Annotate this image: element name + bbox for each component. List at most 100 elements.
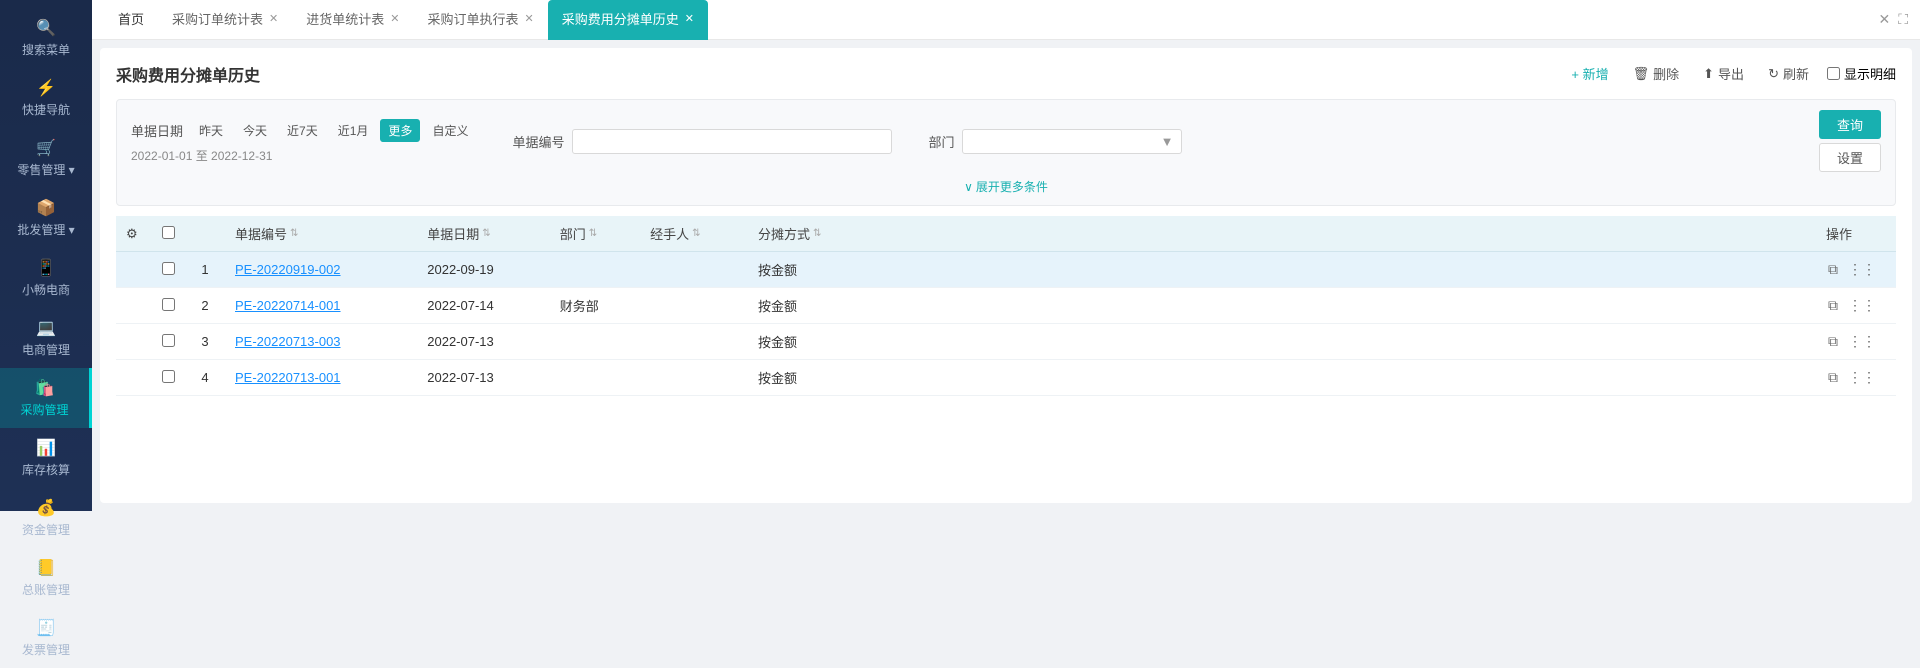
row-actions-3: ⧉ ⋮⋮ bbox=[1816, 360, 1896, 396]
table-header: ⚙ 单据编号⇅ 单据日期⇅ 部门⇅ bbox=[116, 216, 1896, 252]
sort-icon-handler: ⇅ bbox=[692, 228, 700, 239]
row-view-btn-3[interactable]: ⧉ bbox=[1826, 367, 1840, 388]
last1month-btn[interactable]: 近1月 bbox=[330, 119, 377, 142]
row-settings-2 bbox=[116, 324, 152, 360]
page-title: 采购费用分摊单历史 bbox=[116, 62, 260, 86]
delete-button[interactable]: 🗑 删除 bbox=[1627, 60, 1686, 87]
th-dept[interactable]: 部门⇅ bbox=[550, 216, 640, 252]
row-checkbox-0[interactable] bbox=[162, 262, 175, 275]
tab-close-purchase-goods-stats[interactable]: ✕ bbox=[390, 12, 399, 25]
dept-dropdown-icon[interactable]: ▼ bbox=[1161, 134, 1174, 149]
filter-area: 单据日期 昨天 今天 近7天 近1月 更多 自定义 2022-01-01 至 2… bbox=[116, 99, 1896, 206]
th-handler[interactable]: 经手人⇅ bbox=[640, 216, 748, 252]
row-split-method-1: 按金额 bbox=[748, 288, 1816, 324]
more-btn[interactable]: 更多 bbox=[380, 119, 420, 142]
tab-label-purchase-order-exec: 采购订单执行表 bbox=[427, 9, 518, 28]
add-button[interactable]: + 新增 bbox=[1565, 60, 1614, 87]
row-checkbox-cell-3 bbox=[152, 360, 185, 396]
tab-purchase-goods-stats[interactable]: 进货单统计表✕ bbox=[292, 0, 413, 40]
row-view-btn-0[interactable]: ⧉ bbox=[1826, 259, 1840, 280]
row-checkbox-1[interactable] bbox=[162, 298, 175, 311]
th-split-method[interactable]: 分摊方式⇅ bbox=[748, 216, 1816, 252]
sidebar-item-retail[interactable]: 🛒零售管理 ▾ bbox=[0, 128, 92, 188]
sidebar-label-inventory: 库存核算 bbox=[22, 461, 70, 478]
dept-input[interactable] bbox=[971, 134, 1160, 149]
row-checkbox-3[interactable] bbox=[162, 370, 175, 383]
sidebar-item-search[interactable]: 🔍搜索菜单 bbox=[0, 8, 92, 68]
column-settings-icon[interactable]: ⚙ bbox=[126, 226, 138, 241]
dept-select-wrap: ▼ bbox=[962, 129, 1182, 154]
row-checkbox-2[interactable] bbox=[162, 334, 175, 347]
th-date-label: 单据日期 bbox=[427, 224, 479, 243]
sidebar-item-ecommerce[interactable]: 💻电商管理 bbox=[0, 308, 92, 368]
filter-settings-button[interactable]: 设置 bbox=[1819, 143, 1881, 172]
sidebar-item-wholesale[interactable]: 📦批发管理 ▾ bbox=[0, 188, 92, 248]
row-settings-3 bbox=[116, 360, 152, 396]
today-btn[interactable]: 今天 bbox=[235, 119, 275, 142]
row-docno-link-0[interactable]: PE-20220919-002 bbox=[235, 262, 341, 277]
custom-date-btn[interactable]: 自定义 bbox=[424, 119, 476, 142]
row-more-btn-3[interactable]: ⋮⋮ bbox=[1846, 367, 1878, 388]
filter-action-buttons: 查询 设置 bbox=[1819, 110, 1881, 172]
row-actions-1: ⧉ ⋮⋮ bbox=[1816, 288, 1896, 324]
sidebar-item-purchase[interactable]: 🛍️采购管理 bbox=[0, 368, 92, 428]
th-settings[interactable]: ⚙ bbox=[116, 216, 152, 252]
row-docno-link-2[interactable]: PE-20220713-003 bbox=[235, 334, 341, 349]
tab-purchase-order-stats[interactable]: 采购订单统计表 ✕ bbox=[158, 0, 292, 40]
sidebar-item-finance[interactable]: 💰资金管理 bbox=[0, 488, 92, 548]
tab-label-purchase-order-stats: 采购订单统计表 bbox=[172, 9, 263, 28]
maximize-window-button[interactable]: ⛶ bbox=[1898, 11, 1908, 28]
refresh-button[interactable]: ↻ 刷新 bbox=[1762, 60, 1815, 87]
sidebar-icon-invoice: 🧾 bbox=[36, 618, 56, 638]
sidebar: 🔍搜索菜单⚡快捷导航🛒零售管理 ▾📦批发管理 ▾📱小畅电商💻电商管理🛍️采购管理… bbox=[0, 0, 92, 511]
row-docno-link-1[interactable]: PE-20220714-001 bbox=[235, 298, 341, 313]
th-doc-no[interactable]: 单据编号⇅ bbox=[225, 216, 417, 252]
sidebar-item-ledger[interactable]: 📒总账管理 bbox=[0, 548, 92, 608]
show-detail-checkbox[interactable] bbox=[1827, 67, 1840, 80]
row-num-0: 1 bbox=[185, 252, 225, 288]
sidebar-item-inventory[interactable]: 📊库存核算 bbox=[0, 428, 92, 488]
row-dept-1: 财务部 bbox=[550, 288, 640, 324]
sidebar-item-mini-shop[interactable]: 📱小畅电商 bbox=[0, 248, 92, 308]
row-more-btn-1[interactable]: ⋮⋮ bbox=[1846, 295, 1878, 316]
sidebar-icon-ecommerce: 💻 bbox=[36, 318, 56, 338]
row-view-btn-2[interactable]: ⧉ bbox=[1826, 331, 1840, 352]
last7days-btn[interactable]: 近7天 bbox=[279, 119, 326, 142]
docno-input[interactable] bbox=[572, 129, 892, 154]
yesterday-btn[interactable]: 昨天 bbox=[191, 119, 231, 142]
export-button[interactable]: ⬆ 导出 bbox=[1697, 60, 1750, 87]
data-table: ⚙ 单据编号⇅ 单据日期⇅ 部门⇅ bbox=[116, 216, 1896, 396]
select-all-checkbox[interactable] bbox=[162, 226, 175, 239]
show-detail-label: 显示明细 bbox=[1844, 64, 1896, 83]
show-detail-checkbox-wrap[interactable]: 显示明细 bbox=[1827, 64, 1896, 83]
sidebar-label-retail: 零售管理 ▾ bbox=[17, 161, 74, 178]
sidebar-label-invoice: 发票管理 bbox=[22, 641, 70, 658]
sidebar-item-quick-nav[interactable]: ⚡快捷导航 bbox=[0, 68, 92, 128]
tab-home[interactable]: 首页 bbox=[104, 0, 158, 40]
sidebar-item-invoice[interactable]: 🧾 发票管理 bbox=[0, 608, 92, 668]
sort-icon-split: ⇅ bbox=[813, 228, 821, 239]
date-range-text: 2022-01-01 至 2022-12-31 bbox=[131, 147, 476, 164]
tab-close-purchase-order-exec[interactable]: ✕ bbox=[525, 12, 534, 25]
expand-more-button[interactable]: ∨ 展开更多条件 bbox=[964, 178, 1048, 195]
tab-close-purchase-order-stats[interactable]: ✕ bbox=[269, 12, 278, 25]
expand-label: 展开更多条件 bbox=[976, 178, 1048, 195]
row-more-btn-2[interactable]: ⋮⋮ bbox=[1846, 331, 1878, 352]
th-date[interactable]: 单据日期⇅ bbox=[417, 216, 549, 252]
row-view-btn-1[interactable]: ⧉ bbox=[1826, 295, 1840, 316]
row-docno-link-3[interactable]: PE-20220713-001 bbox=[235, 370, 341, 385]
docno-filter-group: 单据编号 bbox=[512, 129, 892, 154]
table-row: 2 PE-20220714-001 2022-07-14 财务部 按金额 ⧉ ⋮… bbox=[116, 288, 1896, 324]
th-dept-label: 部门 bbox=[560, 224, 586, 243]
window-controls: ✕ ⛶ bbox=[1878, 11, 1908, 28]
main-area: 首页采购订单统计表✕进货单统计表✕采购订单执行表✕采购费用分摊单历史✕ ✕ ⛶ … bbox=[92, 0, 1920, 511]
tab-close-purchase-cost-split[interactable]: ✕ bbox=[685, 12, 694, 25]
query-button[interactable]: 查询 bbox=[1819, 110, 1881, 139]
row-more-btn-0[interactable]: ⋮⋮ bbox=[1846, 259, 1878, 280]
close-window-button[interactable]: ✕ bbox=[1878, 11, 1890, 28]
sidebar-label-wholesale: 批发管理 ▾ bbox=[17, 221, 74, 238]
sidebar-icon-quick-nav: ⚡ bbox=[36, 78, 56, 98]
tab-purchase-order-exec[interactable]: 采购订单执行表 ✕ bbox=[413, 0, 547, 40]
row-actions-0: ⧉ ⋮⋮ bbox=[1816, 252, 1896, 288]
tab-purchase-cost-split[interactable]: 采购费用分摊单历史✕ bbox=[548, 0, 708, 40]
